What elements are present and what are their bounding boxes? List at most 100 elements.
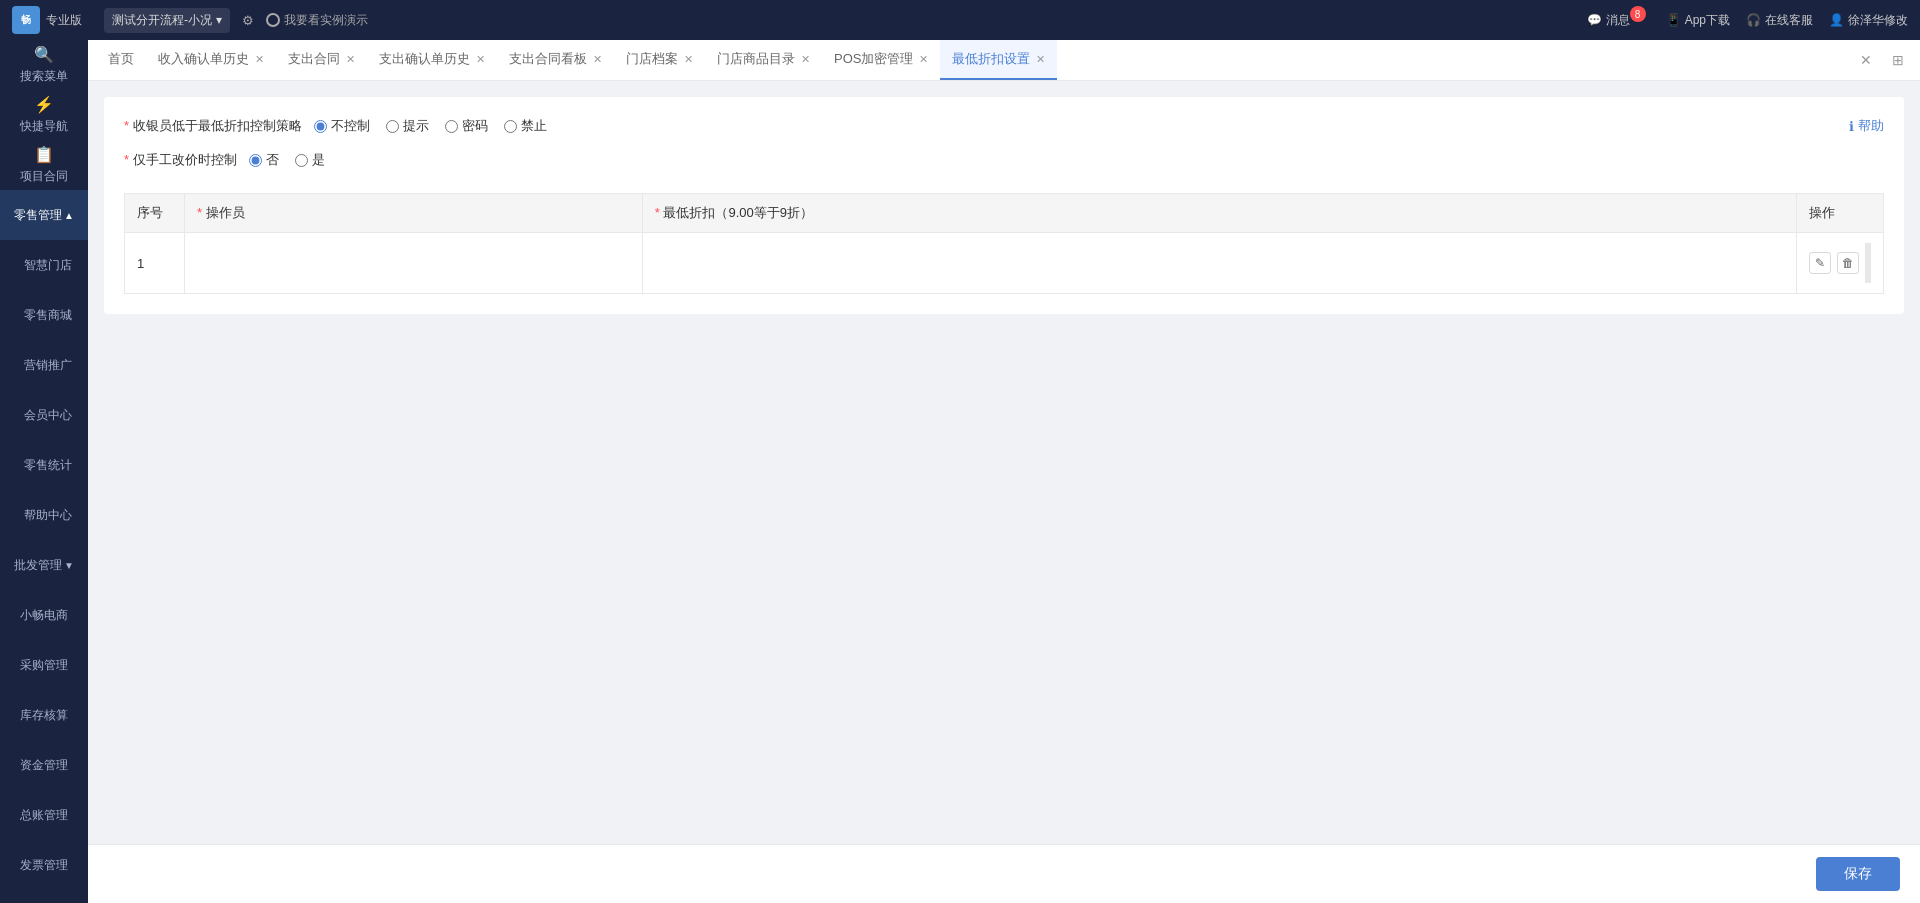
sidebar-item-tax[interactable]: 税务管理 bbox=[0, 890, 88, 903]
radio-manual-yes[interactable]: 是 bbox=[295, 151, 325, 169]
sidebar-item-wholesale[interactable]: 批发管理 ▼ bbox=[0, 540, 88, 590]
project-selector[interactable]: 测试分开流程-小况 ▾ bbox=[104, 8, 230, 33]
th-actions: 操作 bbox=[1797, 194, 1884, 233]
tab-bar: 首页 收入确认单历史 ✕ 支出合同 ✕ 支出确认单历史 ✕ 支出合同看板 ✕ 门… bbox=[88, 40, 1920, 81]
edit-row-btn[interactable]: ✎ bbox=[1809, 252, 1831, 274]
help-circle-icon: ℹ bbox=[1849, 119, 1854, 134]
wholesale-label: 批发管理 bbox=[14, 557, 62, 574]
radio-no-control[interactable]: 不控制 bbox=[314, 117, 370, 135]
purchase-label: 采购管理 bbox=[20, 657, 68, 674]
download-icon: 📱 bbox=[1666, 13, 1681, 27]
tab-store-goods-close[interactable]: ✕ bbox=[801, 54, 810, 65]
radio-prompt-input[interactable] bbox=[386, 120, 399, 133]
marketing-label: 营销推广 bbox=[24, 357, 72, 374]
content-area: 首页 收入确认单历史 ✕ 支出合同 ✕ 支出确认单历史 ✕ 支出合同看板 ✕ 门… bbox=[88, 40, 1920, 903]
sidebar-item-invoice[interactable]: 发票管理 bbox=[0, 840, 88, 890]
cell-min-discount bbox=[642, 233, 1796, 294]
radio-no-control-label: 不控制 bbox=[331, 117, 370, 135]
row-drag-handle[interactable] bbox=[1865, 243, 1871, 283]
control-strategy-radio-group: 不控制 提示 密码 禁 bbox=[314, 117, 547, 135]
tab-payment-contract[interactable]: 支出合同 ✕ bbox=[276, 40, 367, 80]
tab-payment-confirm-label: 支出确认单历史 bbox=[379, 50, 470, 68]
th-min-discount: 最低折扣（9.00等于9折） bbox=[642, 194, 1796, 233]
sidebar-item-retail[interactable]: 零售管理 ▲ bbox=[0, 190, 88, 240]
manual-control-row: 仅手工改价时控制 否 是 bbox=[124, 151, 1884, 169]
tab-store-goods[interactable]: 门店商品目录 ✕ bbox=[705, 40, 822, 80]
retail-label: 零售管理 bbox=[14, 207, 62, 224]
tab-bar-actions: ✕ ⊞ bbox=[1852, 48, 1912, 72]
radio-manual-no-input[interactable] bbox=[249, 154, 262, 167]
smart-store-label: 智慧门店 bbox=[24, 257, 72, 274]
cell-actions: ✎ 🗑 bbox=[1797, 233, 1884, 294]
sidebar-item-marketing[interactable]: 营销推广 bbox=[0, 340, 88, 390]
sidebar-item-ledger[interactable]: 总账管理 bbox=[0, 790, 88, 840]
manual-control-radio-group: 否 是 bbox=[249, 151, 325, 169]
inventory-label: 库存核算 bbox=[20, 707, 68, 724]
project-name: 测试分开流程-小况 bbox=[112, 12, 212, 29]
online-service-btn[interactable]: 🎧 在线客服 bbox=[1746, 12, 1813, 29]
sidebar-item-retail-stats[interactable]: 零售统计 bbox=[0, 440, 88, 490]
user-name: 徐泽华修改 bbox=[1848, 12, 1908, 29]
tab-payment-board[interactable]: 支出合同看板 ✕ bbox=[497, 40, 614, 80]
sidebar-item-ecommerce[interactable]: 小畅电商 bbox=[0, 590, 88, 640]
tab-store-file-close[interactable]: ✕ bbox=[684, 54, 693, 65]
radio-manual-no[interactable]: 否 bbox=[249, 151, 279, 169]
tab-expand-btn[interactable]: ⊞ bbox=[1884, 48, 1912, 72]
sidebar-item-contract[interactable]: 📋 项目合同 bbox=[0, 140, 88, 190]
radio-forbid-input[interactable] bbox=[504, 120, 517, 133]
tab-pos-password-close[interactable]: ✕ bbox=[919, 54, 928, 65]
sidebar-item-finance[interactable]: 资金管理 bbox=[0, 740, 88, 790]
sidebar-item-help[interactable]: 帮助中心 bbox=[0, 490, 88, 540]
table-container: 序号 操作员 最低折扣（9.00等于9折） 操作 1 bbox=[124, 185, 1884, 294]
user-profile-btn[interactable]: 👤 徐泽华修改 bbox=[1829, 12, 1908, 29]
member-label: 会员中心 bbox=[24, 407, 72, 424]
tab-payment-contract-close[interactable]: ✕ bbox=[346, 54, 355, 65]
sidebar-item-quicknav[interactable]: ⚡ 快捷导航 bbox=[0, 90, 88, 140]
sidebar-item-search[interactable]: 🔍 搜索菜单 bbox=[0, 40, 88, 90]
tab-min-discount[interactable]: 最低折扣设置 ✕ bbox=[940, 40, 1057, 80]
tab-income-confirm[interactable]: 收入确认单历史 ✕ bbox=[146, 40, 276, 80]
radio-password-input[interactable] bbox=[445, 120, 458, 133]
sidebar-item-purchase[interactable]: 采购管理 bbox=[0, 640, 88, 690]
help-link[interactable]: ℹ 帮助 bbox=[1849, 117, 1884, 135]
sidebar: 🔍 搜索菜单 ⚡ 快捷导航 📋 项目合同 零售管理 ▲ 智慧门店 零售商城 营销… bbox=[0, 40, 88, 903]
user-avatar-icon: 👤 bbox=[1829, 13, 1844, 27]
radio-password-label: 密码 bbox=[462, 117, 488, 135]
demo-link[interactable]: 我要看实例演示 bbox=[266, 12, 368, 29]
settings-icon[interactable]: ⚙ bbox=[242, 13, 254, 28]
tab-close-all-btn[interactable]: ✕ bbox=[1852, 48, 1880, 72]
messages-label: 消息 bbox=[1606, 12, 1630, 29]
app-download-label: App下载 bbox=[1685, 12, 1730, 29]
tab-pos-password[interactable]: POS加密管理 ✕ bbox=[822, 40, 940, 80]
demo-text: 我要看实例演示 bbox=[284, 12, 368, 29]
service-icon: 🎧 bbox=[1746, 13, 1761, 27]
tab-payment-board-close[interactable]: ✕ bbox=[593, 54, 602, 65]
tab-payment-confirm-close[interactable]: ✕ bbox=[476, 54, 485, 65]
tab-min-discount-close[interactable]: ✕ bbox=[1036, 54, 1045, 65]
save-button[interactable]: 保存 bbox=[1816, 857, 1900, 891]
radio-prompt[interactable]: 提示 bbox=[386, 117, 429, 135]
delete-row-btn[interactable]: 🗑 bbox=[1837, 252, 1859, 274]
radio-no-control-input[interactable] bbox=[314, 120, 327, 133]
sidebar-item-mall[interactable]: 零售商城 bbox=[0, 290, 88, 340]
sidebar-item-inventory[interactable]: 库存核算 bbox=[0, 690, 88, 740]
tab-income-confirm-close[interactable]: ✕ bbox=[255, 54, 264, 65]
bottom-bar: 保存 bbox=[88, 844, 1920, 903]
radio-forbid[interactable]: 禁止 bbox=[504, 117, 547, 135]
finance-label: 资金管理 bbox=[20, 757, 68, 774]
sidebar-item-smart-store[interactable]: 智慧门店 bbox=[0, 240, 88, 290]
tab-home[interactable]: 首页 bbox=[96, 40, 146, 80]
tab-payment-confirm[interactable]: 支出确认单历史 ✕ bbox=[367, 40, 497, 80]
message-icon: 💬 bbox=[1587, 13, 1602, 27]
tab-income-confirm-label: 收入确认单历史 bbox=[158, 50, 249, 68]
retail-stats-label: 零售统计 bbox=[24, 457, 72, 474]
help-text: 帮助 bbox=[1858, 117, 1884, 135]
radio-manual-yes-input[interactable] bbox=[295, 154, 308, 167]
radio-password[interactable]: 密码 bbox=[445, 117, 488, 135]
sidebar-item-member[interactable]: 会员中心 bbox=[0, 390, 88, 440]
app-download-btn[interactable]: 📱 App下载 bbox=[1666, 12, 1730, 29]
tab-home-label: 首页 bbox=[108, 50, 134, 68]
messages-btn[interactable]: 💬 消息 8 bbox=[1587, 12, 1650, 29]
sidebar-label-quicknav: 快捷导航 bbox=[20, 118, 68, 135]
tab-store-file[interactable]: 门店档案 ✕ bbox=[614, 40, 705, 80]
